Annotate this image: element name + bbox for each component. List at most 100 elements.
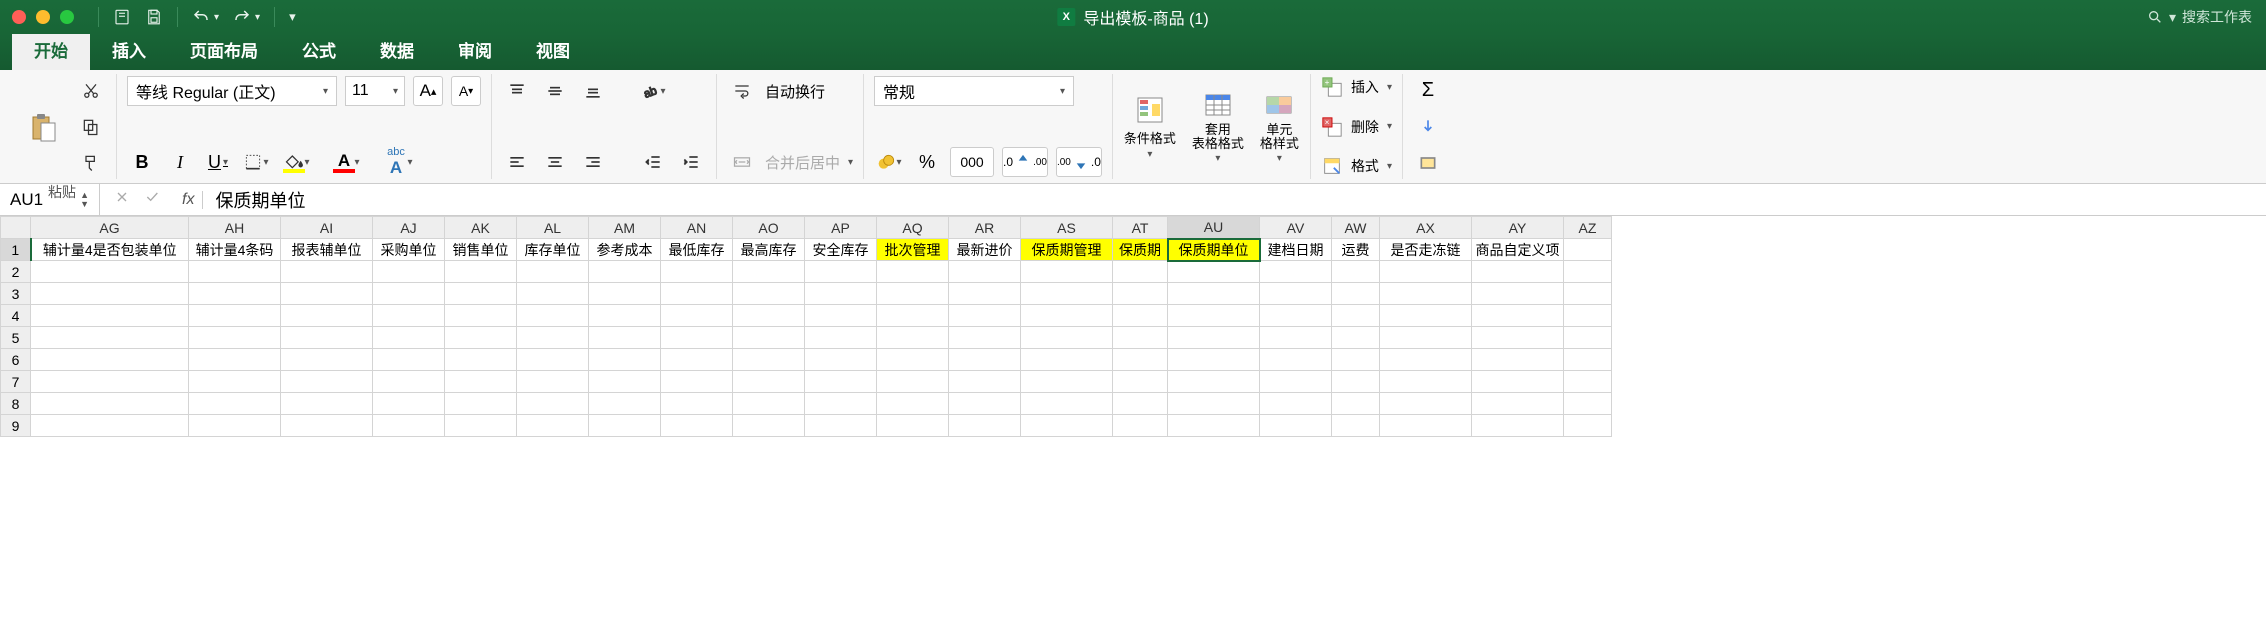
cancel-formula-button[interactable] — [114, 189, 130, 210]
cell[interactable] — [373, 305, 445, 327]
cell[interactable] — [877, 261, 949, 283]
cell[interactable] — [1332, 371, 1380, 393]
cell[interactable] — [1260, 415, 1332, 437]
cell[interactable] — [589, 415, 661, 437]
cell[interactable] — [589, 327, 661, 349]
column-header[interactable]: AK — [445, 217, 517, 239]
decrease-font-button[interactable]: A▾ — [451, 76, 481, 106]
cell[interactable] — [1260, 327, 1332, 349]
cell[interactable] — [733, 349, 805, 371]
format-cells-button[interactable]: 格式▾ — [1321, 155, 1392, 177]
cell[interactable] — [805, 283, 877, 305]
cell[interactable] — [661, 393, 733, 415]
column-header[interactable]: AG — [31, 217, 189, 239]
column-header[interactable]: AW — [1332, 217, 1380, 239]
cell[interactable] — [31, 305, 189, 327]
cell[interactable] — [1564, 393, 1612, 415]
row-header[interactable]: 1 — [1, 239, 31, 261]
cell[interactable] — [1113, 305, 1168, 327]
cell[interactable] — [1021, 415, 1113, 437]
row-header[interactable]: 8 — [1, 393, 31, 415]
cell[interactable] — [589, 261, 661, 283]
tab-data[interactable]: 数据 — [358, 29, 436, 70]
cell[interactable] — [1564, 415, 1612, 437]
cell[interactable] — [1332, 349, 1380, 371]
tab-insert[interactable]: 插入 — [90, 29, 168, 70]
cell[interactable] — [661, 327, 733, 349]
select-all-corner[interactable] — [1, 217, 31, 239]
column-header[interactable]: AH — [189, 217, 281, 239]
name-box[interactable]: AU1 ▲▼ — [0, 184, 100, 215]
cell[interactable] — [517, 261, 589, 283]
cell[interactable] — [949, 283, 1021, 305]
format-painter-button[interactable] — [76, 148, 106, 178]
cell[interactable] — [805, 349, 877, 371]
cell[interactable] — [805, 327, 877, 349]
cell[interactable] — [31, 393, 189, 415]
bold-button[interactable]: B — [127, 147, 157, 177]
cell[interactable] — [877, 349, 949, 371]
cell[interactable] — [373, 261, 445, 283]
cell[interactable] — [805, 415, 877, 437]
fill-color-button[interactable]: ▾ — [279, 147, 309, 177]
row-header[interactable]: 4 — [1, 305, 31, 327]
cell[interactable] — [949, 261, 1021, 283]
conditional-format-button[interactable]: 条件格式▾ — [1123, 93, 1177, 161]
cell[interactable] — [1260, 349, 1332, 371]
cell[interactable] — [1380, 393, 1472, 415]
cell[interactable] — [189, 371, 281, 393]
increase-indent-button[interactable] — [676, 147, 706, 177]
cell[interactable]: 参考成本 — [589, 239, 661, 261]
search-box[interactable]: ▾ 搜索工作表 — [2147, 7, 2252, 27]
cell[interactable] — [949, 393, 1021, 415]
cell[interactable]: 报表辅单位 — [281, 239, 373, 261]
cell[interactable] — [805, 305, 877, 327]
cell[interactable] — [1168, 261, 1260, 283]
cell[interactable] — [189, 283, 281, 305]
cell[interactable] — [877, 327, 949, 349]
cell[interactable] — [445, 415, 517, 437]
merge-center-icon[interactable] — [727, 147, 757, 177]
cell[interactable] — [589, 305, 661, 327]
cell[interactable] — [189, 261, 281, 283]
row-header[interactable]: 5 — [1, 327, 31, 349]
cell[interactable] — [949, 327, 1021, 349]
cell[interactable] — [373, 371, 445, 393]
cell[interactable] — [877, 371, 949, 393]
cell[interactable]: 最高库存 — [733, 239, 805, 261]
cell[interactable] — [1564, 305, 1612, 327]
cell[interactable] — [1021, 393, 1113, 415]
cell[interactable] — [1021, 327, 1113, 349]
comma-format-button[interactable]: 000 — [950, 147, 994, 177]
cell[interactable] — [1021, 371, 1113, 393]
column-header[interactable]: AZ — [1564, 217, 1612, 239]
cell[interactable] — [1168, 283, 1260, 305]
cell[interactable] — [373, 393, 445, 415]
decrease-indent-button[interactable] — [638, 147, 668, 177]
cell[interactable]: 最新进价 — [949, 239, 1021, 261]
cell[interactable] — [805, 261, 877, 283]
cell[interactable] — [805, 393, 877, 415]
cell[interactable] — [1332, 305, 1380, 327]
column-header[interactable]: AP — [805, 217, 877, 239]
column-header[interactable]: AS — [1021, 217, 1113, 239]
column-header[interactable]: AR — [949, 217, 1021, 239]
column-header[interactable]: AT — [1113, 217, 1168, 239]
cell[interactable] — [31, 415, 189, 437]
tab-view[interactable]: 视图 — [514, 29, 592, 70]
cell[interactable] — [1332, 393, 1380, 415]
insert-cells-button[interactable]: + 插入▾ — [1321, 76, 1392, 98]
cell[interactable] — [1113, 371, 1168, 393]
cell[interactable] — [1472, 349, 1564, 371]
cell[interactable] — [1260, 393, 1332, 415]
enter-formula-button[interactable] — [144, 189, 160, 210]
cell[interactable] — [1113, 261, 1168, 283]
cell[interactable] — [189, 349, 281, 371]
cell[interactable]: 安全库存 — [805, 239, 877, 261]
cell[interactable] — [733, 393, 805, 415]
cell[interactable] — [1472, 305, 1564, 327]
column-header[interactable]: AV — [1260, 217, 1332, 239]
cell[interactable] — [1168, 371, 1260, 393]
cell[interactable] — [1380, 261, 1472, 283]
number-format-select[interactable]: 常规▾ — [874, 76, 1074, 106]
